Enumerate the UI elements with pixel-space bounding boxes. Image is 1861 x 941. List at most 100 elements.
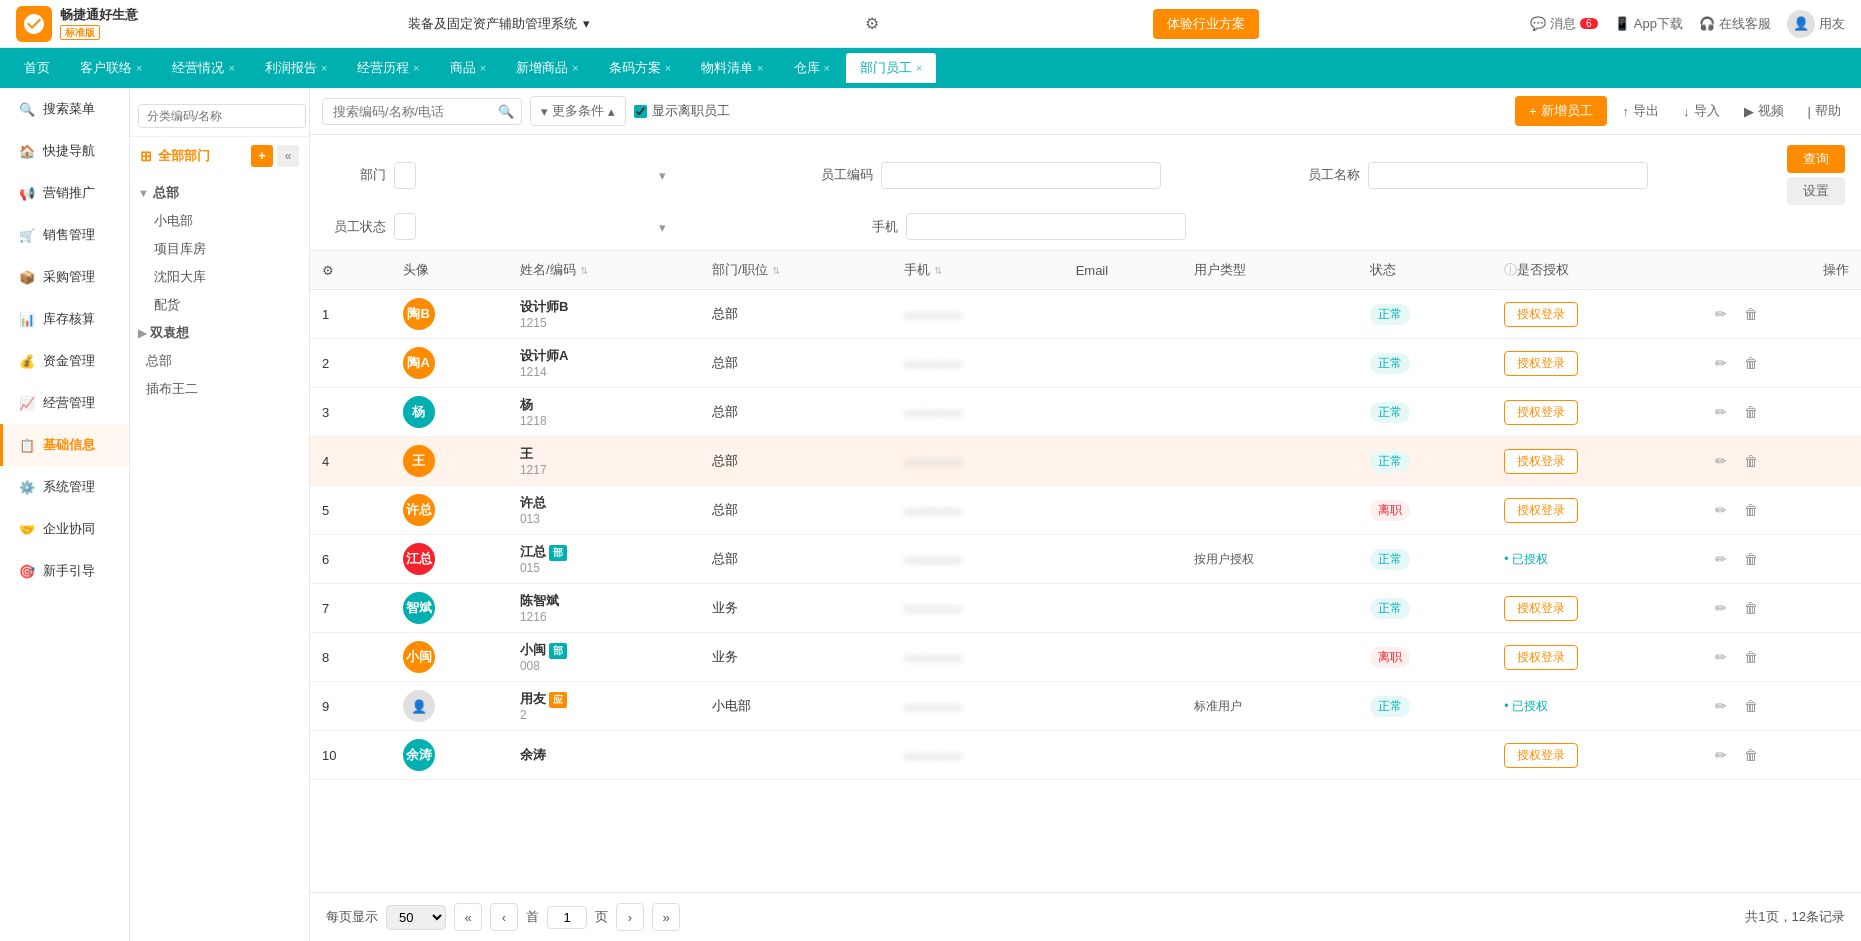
th-dept-pos[interactable]: 部门/职位	[700, 251, 892, 290]
tab-add-goods[interactable]: 新增商品 ×	[502, 53, 592, 83]
dept-shuangyuan[interactable]: ▶ 双袁想	[130, 319, 309, 347]
close-history-tab[interactable]: ×	[413, 62, 419, 74]
edit-button[interactable]: ✏	[1709, 547, 1733, 571]
auth-button[interactable]: 授权登录	[1504, 302, 1578, 327]
tab-bom[interactable]: 物料清单 ×	[687, 53, 777, 83]
close-add-goods-tab[interactable]: ×	[572, 62, 578, 74]
add-employee-button[interactable]: + 新增员工	[1515, 96, 1607, 126]
tab-history[interactable]: 经营历程 ×	[343, 53, 433, 83]
tab-home[interactable]: 首页	[10, 53, 64, 83]
delete-button[interactable]: 🗑	[1739, 743, 1763, 767]
sidebar-item-enterprise[interactable]: 🤝 企业协同	[0, 508, 129, 550]
auth-button[interactable]: 授权登录	[1504, 645, 1578, 670]
close-operation-tab[interactable]: ×	[228, 62, 234, 74]
emp-name-input[interactable]	[1368, 162, 1648, 189]
show-resigned-input[interactable]	[634, 105, 647, 118]
edit-button[interactable]: ✏	[1709, 645, 1733, 669]
dept-shenyang[interactable]: 沈阳大库	[138, 263, 309, 291]
sidebar-item-guide[interactable]: 🎯 新手引导	[0, 550, 129, 592]
tab-operation[interactable]: 经营情况 ×	[158, 53, 248, 83]
reset-button[interactable]: 设置	[1787, 177, 1845, 205]
edit-button[interactable]: ✏	[1709, 449, 1733, 473]
delete-button[interactable]: 🗑	[1739, 351, 1763, 375]
sidebar-item-quick-nav[interactable]: 🏠 快捷导航	[0, 130, 129, 172]
delete-button[interactable]: 🗑	[1739, 645, 1763, 669]
video-button[interactable]: ▶ 视频	[1736, 97, 1792, 125]
edit-button[interactable]: ✏	[1709, 498, 1733, 522]
sidebar-item-operation[interactable]: 📈 经营管理	[0, 382, 129, 424]
dept-peihuo[interactable]: 配货	[138, 291, 309, 319]
close-warehouse-tab[interactable]: ×	[824, 62, 830, 74]
tab-employee[interactable]: 部门员工 ×	[846, 53, 936, 83]
tab-profit[interactable]: 利润报告 ×	[251, 53, 341, 83]
dept-xiaodianbu[interactable]: 小电部	[138, 207, 309, 235]
next-page-button[interactable]: ›	[616, 903, 644, 931]
message-button[interactable]: 💬 消息 6	[1530, 15, 1598, 33]
employee-search-input[interactable]	[322, 98, 522, 125]
page-number-input[interactable]	[547, 906, 587, 929]
delete-button[interactable]: 🗑	[1739, 400, 1763, 424]
edit-button[interactable]: ✏	[1709, 400, 1733, 424]
try-industry-button[interactable]: 体验行业方案	[1153, 9, 1259, 39]
app-download-button[interactable]: 📱 App下载	[1614, 15, 1683, 33]
last-page-button[interactable]: »	[652, 903, 680, 931]
close-customer-tab[interactable]: ×	[136, 62, 142, 74]
delete-button[interactable]: 🗑	[1739, 547, 1763, 571]
delete-button[interactable]: 🗑	[1739, 596, 1763, 620]
edit-button[interactable]: ✏	[1709, 743, 1733, 767]
tab-goods[interactable]: 商品 ×	[436, 53, 500, 83]
auth-button[interactable]: 授权登录	[1504, 596, 1578, 621]
show-resigned-checkbox[interactable]: 显示离职员工	[634, 102, 730, 120]
delete-button[interactable]: 🗑	[1739, 694, 1763, 718]
sidebar-item-purchase[interactable]: 📦 采购管理	[0, 256, 129, 298]
phone-input[interactable]	[906, 213, 1186, 240]
tab-barcode[interactable]: 条码方案 ×	[595, 53, 685, 83]
edit-button[interactable]: ✏	[1709, 351, 1733, 375]
first-page-button[interactable]: «	[454, 903, 482, 931]
more-filter-button[interactable]: ▾ 更多条件 ▴	[530, 96, 626, 126]
dept-add-button[interactable]: +	[251, 145, 273, 167]
close-profit-tab[interactable]: ×	[321, 62, 327, 74]
tab-warehouse[interactable]: 仓库 ×	[780, 53, 844, 83]
dept-chabu[interactable]: 插布王二	[130, 375, 309, 403]
sidebar-item-search[interactable]: 🔍 搜索菜单	[0, 88, 129, 130]
auth-button[interactable]: 授权登录	[1504, 449, 1578, 474]
settings-button[interactable]: ⚙	[861, 10, 883, 37]
online-service-button[interactable]: 🎧 在线客服	[1699, 15, 1771, 33]
th-settings[interactable]: ⚙	[310, 251, 391, 290]
sidebar-item-system[interactable]: ⚙️ 系统管理	[0, 466, 129, 508]
dept-collapse-button[interactable]: «	[277, 145, 299, 167]
sidebar-item-basic[interactable]: 📋 基础信息	[0, 424, 129, 466]
tab-customer[interactable]: 客户联络 ×	[66, 53, 156, 83]
dept-search-input[interactable]	[138, 104, 306, 128]
dept-zongbu[interactable]: ▼ 总部	[130, 179, 309, 207]
sidebar-item-sales[interactable]: 🛒 销售管理	[0, 214, 129, 256]
close-bom-tab[interactable]: ×	[757, 62, 763, 74]
th-phone[interactable]: 手机	[892, 251, 1064, 290]
prev-page-button[interactable]: ‹	[490, 903, 518, 931]
export-button[interactable]: ↑ 导出	[1615, 97, 1668, 125]
emp-code-input[interactable]	[881, 162, 1161, 189]
import-button[interactable]: ↓ 导入	[1675, 97, 1728, 125]
th-name-code[interactable]: 姓名/编码	[508, 251, 700, 290]
dept-zongbu2[interactable]: 总部	[130, 347, 309, 375]
close-barcode-tab[interactable]: ×	[665, 62, 671, 74]
close-goods-tab[interactable]: ×	[480, 62, 486, 74]
auth-button[interactable]: 授权登录	[1504, 743, 1578, 768]
close-employee-tab[interactable]: ×	[916, 62, 922, 74]
sidebar-item-marketing[interactable]: 📢 营销推广	[0, 172, 129, 214]
auth-button[interactable]: 授权登录	[1504, 498, 1578, 523]
delete-button[interactable]: 🗑	[1739, 498, 1763, 522]
status-select[interactable]	[394, 213, 416, 240]
system-selector[interactable]: 装备及固定资产辅助管理系统 ▾	[408, 15, 590, 33]
auth-button[interactable]: 授权登录	[1504, 400, 1578, 425]
help-button[interactable]: | 帮助	[1800, 97, 1849, 125]
edit-button[interactable]: ✏	[1709, 694, 1733, 718]
sidebar-item-finance[interactable]: 💰 资金管理	[0, 340, 129, 382]
page-size-select[interactable]: 20 50 100	[386, 905, 446, 930]
edit-button[interactable]: ✏	[1709, 302, 1733, 326]
dept-xiangmu[interactable]: 项目库房	[138, 235, 309, 263]
search-button[interactable]: 查询	[1787, 145, 1845, 173]
auth-button[interactable]: 授权登录	[1504, 351, 1578, 376]
delete-button[interactable]: 🗑	[1739, 449, 1763, 473]
